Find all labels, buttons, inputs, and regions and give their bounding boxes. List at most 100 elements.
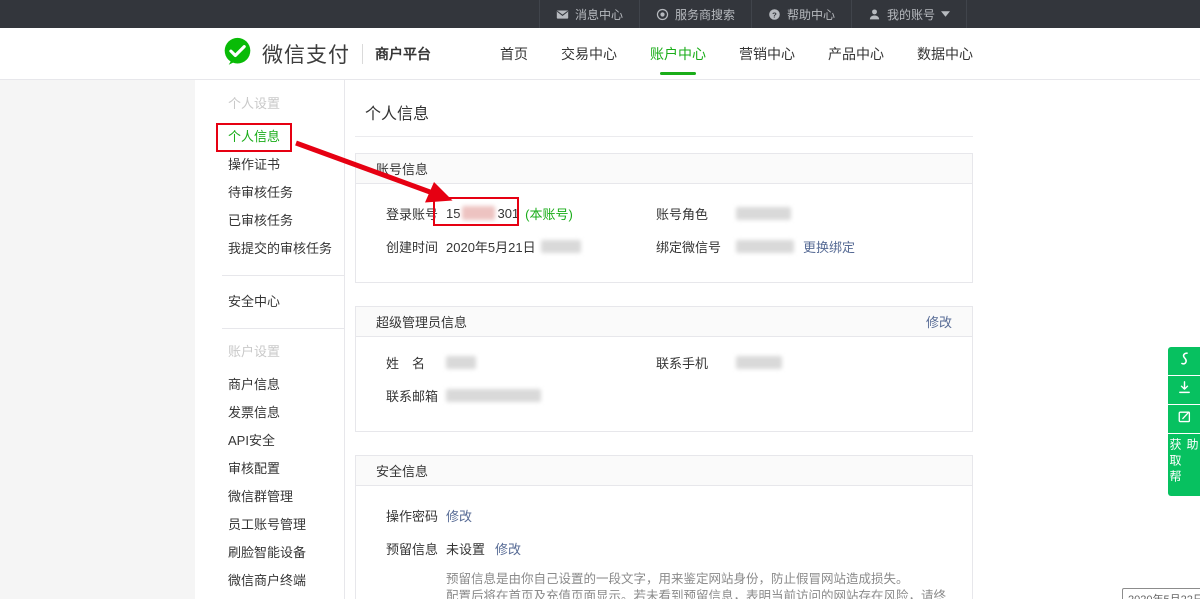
content-area: 个人设置 个人信息 操作证书 待审核任务 已审核任务 我提交的审核任务 安全中心… xyxy=(195,80,1200,599)
current-account-tag: (本账号) xyxy=(525,204,573,223)
login-account-value: 15 301 (本账号) xyxy=(446,204,573,223)
chevron-down-icon xyxy=(941,11,950,17)
change-binding-link[interactable]: 更换绑定 xyxy=(803,237,855,256)
brand-subtitle: 商户平台 xyxy=(375,44,431,64)
redacted-contact-email xyxy=(446,389,541,402)
reserved-info-status: 未设置 xyxy=(446,539,485,558)
sidebar-item-personal-info[interactable]: 个人信息 xyxy=(228,123,344,151)
account-role-label: 账号角色 xyxy=(656,204,736,223)
user-icon xyxy=(868,8,881,21)
account-info-panel-body: 登录账号 15 301 (本账号) 账号角色 xyxy=(356,184,972,282)
contact-phone-label: 联系手机 xyxy=(656,353,736,372)
topbar-item-label: 服务商搜索 xyxy=(675,6,735,23)
main-nav: 首页 交易中心 账户中心 营销中心 产品中心 数据中心 xyxy=(500,44,973,64)
super-admin-panel-header: 超级管理员信息 修改 xyxy=(356,307,972,337)
redacted-account-role xyxy=(736,207,791,220)
account-info-panel: 账号信息 登录账号 15 301 (本账号) xyxy=(355,153,973,283)
topbar-message-center[interactable]: 消息中心 xyxy=(539,0,639,28)
sidebar-item-wechat-merchant-terminal[interactable]: 微信商户终端 xyxy=(228,567,344,595)
sidebar-divider xyxy=(222,275,344,276)
topbar-service-provider-search[interactable]: 服务商搜索 xyxy=(639,0,751,28)
panel-title: 安全信息 xyxy=(376,461,428,480)
page-title: 个人信息 xyxy=(365,100,1200,124)
brand-divider xyxy=(362,44,363,64)
redacted-admin-name xyxy=(446,356,476,369)
created-time-value: 2020年5月21日 xyxy=(446,237,536,256)
description-line: 预留信息是由你自己设置的一段文字，用来鉴定网站身份，防止假冒网站造成损失。 xyxy=(446,571,952,588)
sidebar-item-review-config[interactable]: 审核配置 xyxy=(228,455,344,483)
sidebar-item-api-security[interactable]: API安全 xyxy=(228,427,344,455)
contact-service-button[interactable] xyxy=(1168,347,1200,375)
nav-product-center[interactable]: 产品中心 xyxy=(828,44,884,64)
contact-email-label: 联系邮箱 xyxy=(386,386,446,405)
sidebar-item-operation-certificate[interactable]: 操作证书 xyxy=(228,151,344,179)
description-line: 配置后将在首页及充值页面显示。若未看到预留信息，表明当前访问的网站存在风险，请终… xyxy=(446,588,952,599)
login-account-prefix: 15 xyxy=(446,206,460,221)
reserved-info-description: 预留信息是由你自己设置的一段文字，用来鉴定网站身份，防止假冒网站造成损失。 配置… xyxy=(446,571,952,599)
topbar-help-center[interactable]: ? 帮助中心 xyxy=(751,0,851,28)
svg-text:?: ? xyxy=(772,10,777,19)
redacted-login-middle xyxy=(462,206,495,220)
account-info-panel-header: 账号信息 xyxy=(356,154,972,184)
redacted-created-time xyxy=(541,240,581,253)
wechat-bubble-icon xyxy=(222,36,253,72)
brand-title: 微信支付 xyxy=(262,39,350,69)
main-panel-area: 个人信息 账号信息 登录账号 15 301 xyxy=(345,80,1200,599)
super-admin-panel: 超级管理员信息 修改 姓 名 联系手机 xyxy=(355,306,973,432)
topbar-item-label: 帮助中心 xyxy=(787,6,835,23)
sidebar-item-invoice-info[interactable]: 发票信息 xyxy=(228,399,344,427)
nav-account-center[interactable]: 账户中心 xyxy=(650,44,706,64)
super-admin-panel-body: 姓 名 联系手机 联系邮箱 xyxy=(356,337,972,431)
edit-reserved-info-link[interactable]: 修改 xyxy=(495,539,521,558)
operation-password-label: 操作密码 xyxy=(386,506,446,525)
panel-title: 账号信息 xyxy=(376,159,428,178)
login-account-suffix: 301 xyxy=(497,206,519,221)
admin-name-label: 姓 名 xyxy=(386,353,446,372)
created-time-label: 创建时间 xyxy=(386,237,446,256)
security-info-panel-header: 安全信息 xyxy=(356,456,972,486)
sidebar-item-staff-account-management[interactable]: 员工账号管理 xyxy=(228,511,344,539)
wechat-pay-merchant-platform: 消息中心 服务商搜索 ? 帮助中心 我的账号 微信支付 商户平台 首页 交易中心… xyxy=(0,0,1200,599)
wechat-pay-logo[interactable]: 微信支付 商户平台 xyxy=(222,36,431,72)
topbar: 消息中心 服务商搜索 ? 帮助中心 我的账号 xyxy=(0,0,1200,28)
date-tooltip: 2020年5月22日 xyxy=(1122,588,1200,599)
sidebar: 个人设置 个人信息 操作证书 待审核任务 已审核任务 我提交的审核任务 安全中心… xyxy=(195,80,345,599)
nav-transaction-center[interactable]: 交易中心 xyxy=(561,44,617,64)
topbar-item-label: 我的账号 xyxy=(887,6,935,23)
security-info-panel: 安全信息 操作密码 修改 预留信息 未设置 修改 预留信息是由你自己设置的一段文… xyxy=(355,455,973,599)
download-button[interactable] xyxy=(1168,376,1200,404)
redacted-wechat-id xyxy=(736,240,794,253)
sidebar-item-reviewed-tasks[interactable]: 已审核任务 xyxy=(228,207,344,235)
nav-marketing-center[interactable]: 营销中心 xyxy=(739,44,795,64)
redacted-contact-phone xyxy=(736,356,782,369)
sidebar-item-pending-review-tasks[interactable]: 待审核任务 xyxy=(228,179,344,207)
nav-home[interactable]: 首页 xyxy=(500,44,528,64)
sidebar-item-security-center[interactable]: 安全中心 xyxy=(228,288,344,316)
sidebar-item-my-submitted-review-tasks[interactable]: 我提交的审核任务 xyxy=(228,235,344,263)
sidebar-divider xyxy=(222,328,344,329)
floating-help-menu: 获取帮助 xyxy=(1168,347,1200,496)
edit-password-link[interactable]: 修改 xyxy=(446,506,472,525)
topbar-item-label: 消息中心 xyxy=(575,6,623,23)
edit-admin-link[interactable]: 修改 xyxy=(926,312,952,331)
panel-title: 超级管理员信息 xyxy=(376,312,467,331)
bound-wechat-label: 绑定微信号 xyxy=(656,237,736,256)
envelope-icon xyxy=(556,8,569,21)
get-help-button[interactable]: 获取帮助 xyxy=(1168,434,1200,496)
security-info-panel-body: 操作密码 修改 预留信息 未设置 修改 预留信息是由你自己设置的一段文字，用来鉴… xyxy=(356,486,972,599)
edit-square-icon xyxy=(1177,409,1192,429)
feedback-button[interactable] xyxy=(1168,405,1200,433)
search-circle-icon xyxy=(656,8,669,21)
sidebar-item-merchant-info[interactable]: 商户信息 xyxy=(228,371,344,399)
question-circle-icon: ? xyxy=(768,8,781,21)
download-icon xyxy=(1177,380,1192,400)
login-account-label: 登录账号 xyxy=(386,204,446,223)
title-divider xyxy=(355,136,973,137)
nav-data-center[interactable]: 数据中心 xyxy=(917,44,973,64)
contact-curve-icon xyxy=(1177,351,1192,371)
sidebar-item-face-recognition-device[interactable]: 刷脸智能设备 xyxy=(228,539,344,567)
sidebar-item-wechat-group-management[interactable]: 微信群管理 xyxy=(228,483,344,511)
topbar-my-account[interactable]: 我的账号 xyxy=(851,0,967,28)
sidebar-item-label: 个人信息 xyxy=(228,129,280,144)
page-header: 微信支付 商户平台 首页 交易中心 账户中心 营销中心 产品中心 数据中心 xyxy=(0,28,1200,80)
